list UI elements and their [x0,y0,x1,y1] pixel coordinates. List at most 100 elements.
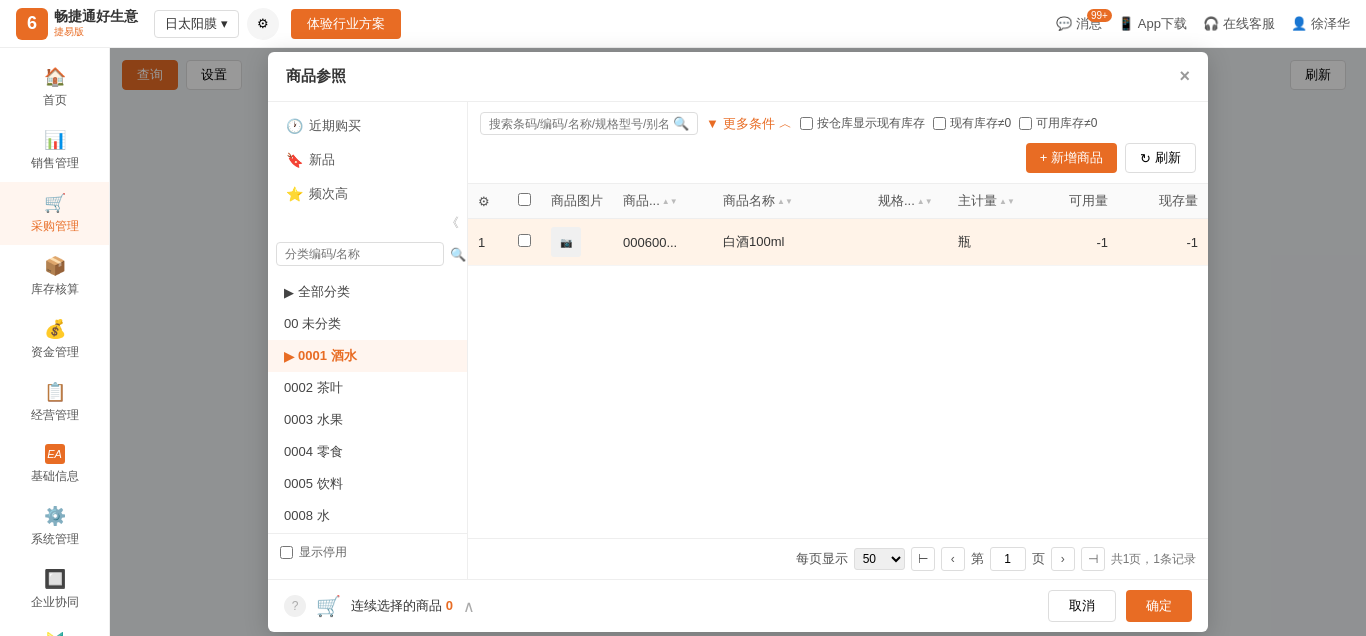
sidebar-item-guide[interactable]: 🔰 新手引导 [0,621,109,636]
sidebar-item-system[interactable]: ⚙️ 系统管理 [0,495,109,558]
user-avatar[interactable]: 👤 徐泽华 [1291,15,1350,33]
nonzero-stock-checkbox-label[interactable]: 现有库存≠0 [933,115,1011,132]
col-header-avail[interactable]: 可用量 [1028,184,1118,219]
logo: 6 畅捷通好生意 捷易版 [16,8,138,40]
cancel-button[interactable]: 取消 [1048,590,1116,622]
category-tabs: 🕐 近期购买 🔖 新品 ⭐ 频次高 [268,110,467,210]
row-select-checkbox[interactable] [518,234,531,247]
show-disabled-area: 显示停用 [268,533,467,571]
right-panel: 🔍 ▼ 更多条件 ︿ 按仓库显示现有库存 [468,102,1208,579]
basic-info-icon: EA [45,444,65,464]
cat-item-0001[interactable]: ▶ 0001 酒水 [268,340,467,372]
sidebar-item-sales[interactable]: 📊 销售管理 [0,119,109,182]
per-page-label: 每页显示 [796,550,848,568]
refresh-icon: ↻ [1140,151,1151,166]
enterprise-icon: 🔲 [44,568,66,590]
row-image-cell: 📷 [541,219,613,266]
add-product-button[interactable]: + 新增商品 [1026,143,1117,173]
store-selector[interactable]: 日太阳膜 ▾ [154,10,239,38]
confirm-button[interactable]: 确定 [1126,590,1192,622]
trial-button[interactable]: 体验行业方案 [291,9,401,39]
page-number-input[interactable] [990,547,1026,571]
category-search-button[interactable]: 🔍 [450,247,466,262]
refresh-table-button[interactable]: ↻ 刷新 [1125,143,1196,173]
col-header-code[interactable]: 商品... ▲▼ [613,184,713,219]
col-header-unit[interactable]: 主计量 ▲▼ [948,184,1028,219]
filter-icon: ▼ [706,116,719,131]
category-list: ▶ 全部分类 00 未分类 ▶ 0001 酒水 0002 茶 [268,272,467,533]
modal-close-button[interactable]: × [1179,66,1190,87]
warehouse-stock-checkbox-label[interactable]: 按仓库显示现有库存 [800,115,925,132]
sort-icon: ▲▼ [662,197,678,206]
cat-item-all[interactable]: ▶ 全部分类 [268,276,467,308]
nonzero-avail-checkbox[interactable] [1019,117,1032,130]
help-icon[interactable]: ? [284,595,306,617]
cat-active-arrow-icon: ▶ [284,349,294,364]
message-button[interactable]: 💬 消息 99+ [1056,15,1102,33]
sidebar-item-label: 经营管理 [31,407,79,424]
collapse-button[interactable]: 《 [268,210,467,236]
sidebar-item-finance[interactable]: 💰 资金管理 [0,308,109,371]
cat-item-00[interactable]: 00 未分类 [268,308,467,340]
cat-item-0005[interactable]: 0005 饮料 [268,468,467,500]
cat-item-0008[interactable]: 0008 水 [268,500,467,532]
per-page-select[interactable]: 50 100 200 [854,548,905,570]
last-page-button[interactable]: ⊣ [1081,547,1105,571]
cart-label: 连续选择的商品 0 [351,597,453,615]
cat-item-0004[interactable]: 0004 零食 [268,436,467,468]
prev-page-button[interactable]: ‹ [941,547,965,571]
show-disabled-checkbox[interactable] [280,546,293,559]
app-download-button[interactable]: 📱 App下载 [1118,15,1187,33]
action-buttons: + 新增商品 ↻ 刷新 [1026,143,1196,173]
sidebar-item-label: 销售管理 [31,155,79,172]
sidebar-item-label: 库存核算 [31,281,79,298]
row-num: 1 [468,219,508,266]
online-service-button[interactable]: 🎧 在线客服 [1203,15,1275,33]
row-spec [868,219,948,266]
table-row[interactable]: 1 📷 000600... 白酒100ml 瓶 [468,219,1208,266]
sidebar-item-inventory[interactable]: 📦 库存核算 [0,245,109,308]
category-search-input[interactable] [276,242,444,266]
sidebar-item-basic-info[interactable]: EA 基础信息 [0,434,109,495]
page-unit: 页 [1032,550,1045,568]
cat-tab-recent[interactable]: 🕐 近期购买 [276,110,459,142]
select-all-checkbox[interactable] [518,193,531,206]
nonzero-avail-checkbox-label[interactable]: 可用库存≠0 [1019,115,1097,132]
logo-text: 畅捷通好生意 捷易版 [54,8,138,39]
sidebar-item-home[interactable]: 🏠 首页 [0,56,109,119]
row-name: 白酒100ml [713,219,868,266]
sidebar-item-enterprise[interactable]: 🔲 企业协同 [0,558,109,621]
first-page-button[interactable]: ⊢ [911,547,935,571]
settings-icon[interactable]: ⚙ [247,8,279,40]
nonzero-stock-checkbox[interactable] [933,117,946,130]
collapse-icon: 《 [446,214,459,232]
cat-item-0002[interactable]: 0002 茶叶 [268,372,467,404]
sidebar-item-operations[interactable]: 📋 经营管理 [0,371,109,434]
row-checkbox-cell[interactable] [508,219,541,266]
col-header-name[interactable]: 商品名称 ▲▼ [713,184,868,219]
cat-tab-frequent[interactable]: ⭐ 频次高 [276,178,459,210]
sidebar-item-purchase[interactable]: 🛒 采购管理 [0,182,109,245]
sidebar-item-label: 首页 [43,92,67,109]
inventory-icon: 📦 [44,255,66,277]
row-avail: -1 [1028,219,1118,266]
col-header-checkbox[interactable] [508,184,541,219]
next-page-button[interactable]: › [1051,547,1075,571]
search-icon[interactable]: 🔍 [673,116,689,131]
search-input[interactable] [489,117,669,131]
cart-icon[interactable]: 🛒 [316,594,341,618]
col-header-spec[interactable]: 规格... ▲▼ [868,184,948,219]
cart-expand-icon[interactable]: ∧ [463,597,475,616]
col-header-stock[interactable]: 现存量 [1118,184,1208,219]
frequent-icon: ⭐ [286,186,303,202]
category-search-area: 🔍 [268,236,467,272]
filter-button[interactable]: ▼ 更多条件 ︿ [706,115,792,133]
show-disabled-label: 显示停用 [299,544,347,561]
warehouse-stock-checkbox[interactable] [800,117,813,130]
products-table: ⚙ 商品图片 商品... ▲▼ [468,184,1208,266]
col-header-image: 商品图片 [541,184,613,219]
cat-item-0003[interactable]: 0003 水果 [268,404,467,436]
guide-icon: 🔰 [44,631,66,636]
cat-tab-new[interactable]: 🔖 新品 [276,144,459,176]
col-header-settings[interactable]: ⚙ [468,184,508,219]
